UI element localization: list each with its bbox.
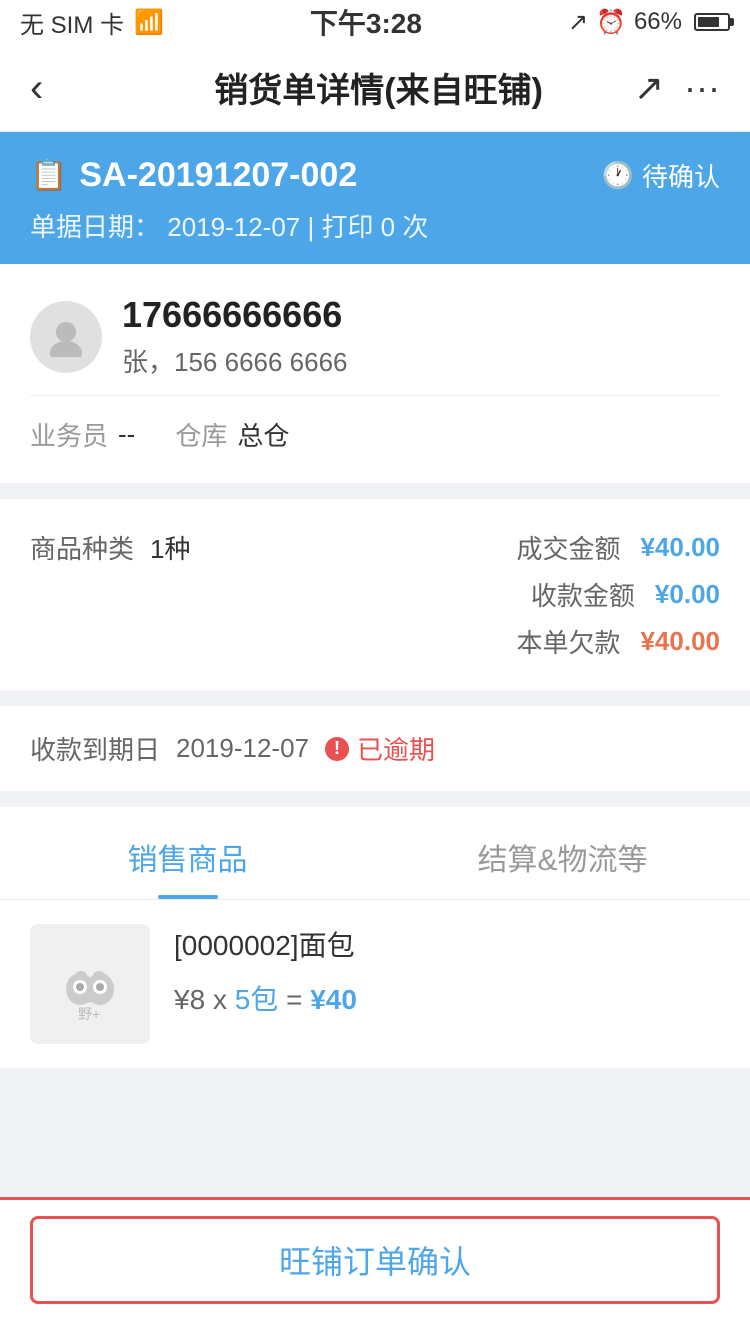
order-header: 📋 SA-20191207-002 🕐 待确认 单据日期： 2019-12-07… (0, 132, 750, 264)
customer-top: 17666666666 张，156 6666 6666 (30, 294, 720, 379)
order-id: 📋 SA-20191207-002 (30, 156, 357, 195)
status-left: 无 SIM 卡 📶 (20, 5, 164, 40)
page-title: 销货单详情(来自旺铺) (63, 63, 694, 112)
battery-label: 66% (634, 8, 682, 36)
product-info: [0000002]面包 ¥8 x 5包 = ¥40 (174, 924, 720, 1018)
received-value: ¥0.00 (655, 579, 720, 610)
battery-icon (694, 13, 730, 31)
product-total: ¥40 (310, 984, 357, 1015)
nav-actions: ↗ ··· (634, 67, 720, 109)
received-label: 收款金额 (531, 576, 635, 613)
avatar (30, 301, 102, 373)
carrier-label: 无 SIM 卡 (20, 5, 124, 40)
due-label: 收款到期日 (30, 730, 160, 767)
customer-info: 17666666666 张，156 6666 6666 (122, 294, 348, 379)
tabs-section: 销售商品 结算&物流等 (0, 807, 750, 900)
product-image: 野+ (30, 924, 150, 1044)
order-status: 🕐 待确认 (602, 157, 720, 194)
customer-section: 17666666666 张，156 6666 6666 业务员 -- 仓库 总仓 (0, 264, 750, 483)
product-section: 野+ [0000002]面包 ¥8 x 5包 = ¥40 (0, 900, 750, 1068)
status-text: 待确认 (642, 157, 720, 194)
product-price-formula: ¥8 x 5包 = ¥40 (174, 978, 720, 1018)
overdue-badge: ! 已逾期 (325, 730, 435, 767)
product-item: 野+ [0000002]面包 ¥8 x 5包 = ¥40 (30, 924, 720, 1044)
salesperson-label: 业务员 (30, 416, 108, 453)
warehouse-item: 仓库 总仓 (175, 416, 289, 453)
svg-text:野+: 野+ (78, 1006, 100, 1022)
status-right: ↗ ⏰ 66% (568, 8, 730, 37)
warehouse-value: 总仓 (237, 416, 289, 453)
order-icon: 📋 (30, 158, 67, 193)
order-header-top: 📋 SA-20191207-002 🕐 待确认 (30, 156, 720, 195)
due-date: 2019-12-07 (176, 733, 309, 764)
type-label: 商品种类 (30, 529, 134, 566)
customer-meta: 业务员 -- 仓库 总仓 (30, 395, 720, 453)
debt-label: 本单欠款 (516, 623, 620, 660)
location-icon: ↗ (568, 8, 588, 37)
type-value: 1种 (150, 529, 190, 566)
tab-settlement-label: 结算&物流等 (477, 844, 647, 877)
debt-value: ¥40.00 (640, 626, 720, 657)
due-section: 收款到期日 2019-12-07 ! 已逾期 (0, 706, 750, 791)
bottom-bar: 旺铺订单确认 (0, 1197, 750, 1334)
more-button[interactable]: ··· (684, 67, 720, 109)
clock-icon: 🕐 (602, 160, 634, 191)
amount-value: ¥40.00 (640, 532, 720, 563)
tab-products-label: 销售商品 (128, 844, 248, 877)
product-image-inner: 野+ (50, 944, 130, 1024)
multiply-sign: x (213, 984, 227, 1015)
date-value: 2019-12-07 (167, 212, 300, 242)
confirm-order-button[interactable]: 旺铺订单确认 (30, 1216, 720, 1304)
debt-row: 本单欠款 ¥40.00 (516, 623, 720, 660)
order-date: 单据日期： 2019-12-07 | 打印 0 次 (30, 207, 720, 244)
salesperson-item: 业务员 -- (30, 416, 135, 453)
amount-label: 成交金额 (516, 529, 620, 566)
tabs-row: 销售商品 结算&物流等 (0, 807, 750, 900)
tab-products[interactable]: 销售商品 (0, 807, 375, 899)
back-button[interactable]: ‹ (30, 68, 43, 108)
product-qty: 5包 (235, 984, 279, 1015)
alarm-icon: ⏰ (596, 8, 626, 37)
print-info: | 打印 0 次 (307, 212, 428, 242)
amounts: 成交金额 ¥40.00 收款金额 ¥0.00 本单欠款 ¥40.00 (516, 529, 720, 660)
nav-bar: ‹ 销货单详情(来自旺铺) ↗ ··· (0, 44, 750, 132)
status-bar: 无 SIM 卡 📶 下午3:28 ↗ ⏰ 66% (0, 0, 750, 44)
unit-price: ¥8 (174, 984, 205, 1015)
overdue-text: 已逾期 (357, 730, 435, 767)
customer-name: 张，156 6666 6666 (122, 342, 348, 379)
salesperson-value: -- (118, 419, 135, 450)
date-label: 单据日期： (30, 212, 160, 242)
warehouse-label: 仓库 (175, 416, 227, 453)
summary-section: 商品种类 1种 成交金额 ¥40.00 收款金额 ¥0.00 本单欠款 ¥40.… (0, 499, 750, 690)
equals: = (286, 984, 302, 1015)
customer-phone: 17666666666 (122, 294, 348, 336)
order-id-text: SA-20191207-002 (79, 156, 357, 195)
amount-row: 成交金额 ¥40.00 (516, 529, 720, 566)
share-button[interactable]: ↗ (634, 67, 664, 109)
received-row: 收款金额 ¥0.00 (531, 576, 720, 613)
status-time: 下午3:28 (310, 2, 422, 42)
wifi-icon: 📶 (134, 8, 164, 37)
product-type: 商品种类 1种 (30, 529, 190, 566)
overdue-icon: ! (325, 737, 349, 761)
product-name: [0000002]面包 (174, 924, 720, 964)
tab-settlement[interactable]: 结算&物流等 (375, 807, 750, 899)
